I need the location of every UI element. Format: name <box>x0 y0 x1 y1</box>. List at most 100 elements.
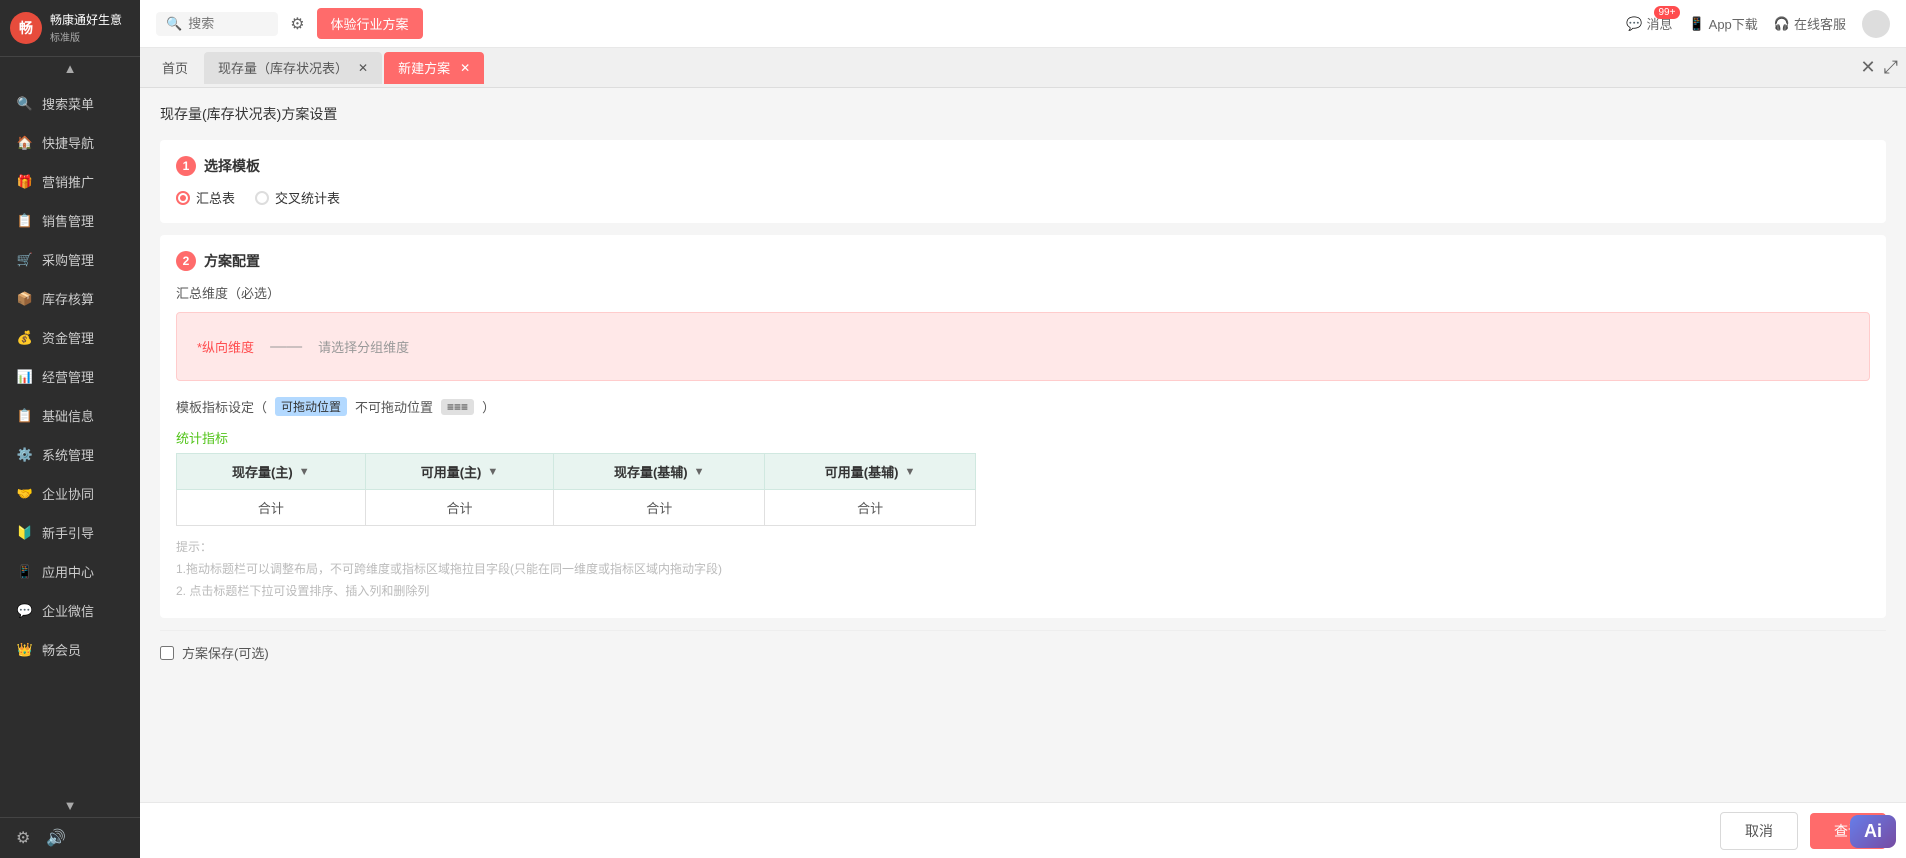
sidebar-item-label-inventory: 库存核算 <box>42 289 94 308</box>
search-input[interactable] <box>188 16 268 31</box>
tab-inventory-status[interactable]: 现存量（库存状况表） ✕ <box>204 52 382 84</box>
scheme-section-title: 方案配置 <box>204 251 260 271</box>
cell-current-aux: 合计 <box>554 490 765 526</box>
template-radio-group: 汇总表 交叉统计表 <box>176 188 1870 207</box>
dim-required-label: *纵向维度 <box>197 337 254 356</box>
sidebar-item-wechat[interactable]: 💬企业微信 <box>0 591 140 630</box>
th-available-main[interactable]: 可用量(主) ▼ <box>365 454 554 490</box>
sidebar-item-label-enterprise: 企业协同 <box>42 484 94 503</box>
sidebar-logo: 畅 畅康通好生意 标准版 <box>0 0 140 57</box>
nav-icon-quick-nav: 🏠 <box>16 134 34 152</box>
sidebar-item-label-wechat: 企业微信 <box>42 601 94 620</box>
tab-new-scheme-label: 新建方案 <box>398 58 450 77</box>
close-tab-btn[interactable]: ✕ <box>1861 57 1876 78</box>
service-button[interactable]: 🎧 在线客服 <box>1774 14 1846 33</box>
nav-icon-enterprise: 🤝 <box>16 485 34 503</box>
search-box[interactable]: 🔍 <box>156 12 278 36</box>
gear-icon[interactable]: ⚙ <box>290 14 304 34</box>
dim-placeholder[interactable]: 请选择分组维度 <box>318 337 409 356</box>
non-draggable-badge: ≡≡≡ <box>441 399 474 415</box>
step1-badge: 1 <box>176 156 196 176</box>
tab-new-scheme-close[interactable]: ✕ <box>460 61 470 75</box>
sidebar-item-app-center[interactable]: 📱应用中心 <box>0 552 140 591</box>
search-icon: 🔍 <box>166 16 182 32</box>
scheme-section: 2 方案配置 汇总维度（必选） *纵向维度 —— 请选择分组维度 模板指标设定（… <box>160 235 1886 618</box>
tabs-bar: 首页 现存量（库存状况表） ✕ 新建方案 ✕ ✕ ⤢ <box>140 48 1906 88</box>
sidebar-item-sales[interactable]: 📋销售管理 <box>0 201 140 240</box>
template-section-title: 选择模板 <box>204 156 260 176</box>
nav-icon-app-center: 📱 <box>16 563 34 581</box>
nav-icon-operation: 📊 <box>16 368 34 386</box>
tab-home[interactable]: 首页 <box>148 52 202 84</box>
th-current-aux[interactable]: 现存量(基辅) ▼ <box>554 454 765 490</box>
sidebar-item-search-menu[interactable]: 🔍搜索菜单 <box>0 84 140 123</box>
sidebar-item-enterprise[interactable]: 🤝 企业协同 <box>0 474 140 513</box>
sidebar-item-label-system: 系统管理 <box>42 445 94 464</box>
radio-cross[interactable]: 交叉统计表 <box>255 188 340 207</box>
save-checkbox[interactable] <box>160 646 174 660</box>
tab-inventory-status-close[interactable]: ✕ <box>358 61 368 75</box>
sidebar-item-operation[interactable]: 📊经营管理 <box>0 357 140 396</box>
sidebar-scroll-up[interactable]: ▲ <box>0 57 140 80</box>
user-avatar[interactable] <box>1862 10 1890 38</box>
expand-tab-btn[interactable]: ⤢ <box>1884 57 1898 78</box>
nav-icon-finance: 💰 <box>16 329 34 347</box>
radio-summary-dot <box>176 191 190 205</box>
sidebar-item-inventory[interactable]: 📦 库存核算 <box>0 279 140 318</box>
chevron-down-icon: ▼ <box>299 466 310 478</box>
chevron-down-icon: ▼ <box>694 466 705 478</box>
cell-current-main: 合计 <box>177 490 366 526</box>
headset-icon: 🎧 <box>1774 16 1790 32</box>
ai-badge[interactable]: Ai <box>1850 815 1896 848</box>
tips-item-2: 2. 点击标题栏下拉可设置排序、插入列和删除列 <box>176 581 1870 603</box>
nav-icon-purchase: 🛒 <box>16 251 34 269</box>
stat-indicators-title: 统计指标 <box>176 428 1870 447</box>
sidebar-item-new-guide[interactable]: 🔰新手引导 <box>0 513 140 552</box>
sidebar-item-label-member: 畅会员 <box>42 640 81 659</box>
message-icon: 💬 <box>1626 16 1642 32</box>
sidebar: 畅 畅康通好生意 标准版 ▲ 🔍搜索菜单🏠快捷导航🎁营销推广📋销售管理🛒采购管理… <box>0 0 140 858</box>
sidebar-item-finance[interactable]: 💰资金管理 <box>0 318 140 357</box>
radio-summary[interactable]: 汇总表 <box>176 188 235 207</box>
tab-new-scheme[interactable]: 新建方案 ✕ <box>384 52 484 84</box>
page-content: 现存量(库存状况表)方案设置 1 选择模板 汇总表 交叉统计表 2 <box>140 88 1906 802</box>
dim-arrow: —— <box>270 338 302 356</box>
sidebar-item-quick-nav[interactable]: 🏠快捷导航 <box>0 123 140 162</box>
sidebar-item-member[interactable]: 👑 畅会员 <box>0 630 140 669</box>
radio-cross-dot <box>255 191 269 205</box>
sidebar-item-label-marketing: 营销推广 <box>42 172 94 191</box>
app-label: App下载 <box>1709 14 1758 33</box>
settings-icon[interactable]: ⚙ <box>16 828 30 848</box>
nav-icon-inventory: 📦 <box>16 290 34 308</box>
sidebar-scroll-down[interactable]: ▼ <box>0 794 140 817</box>
message-button[interactable]: 💬 消息 99+ <box>1626 14 1672 33</box>
summary-dim-label: 汇总维度（必选） <box>176 283 1870 302</box>
trial-button[interactable]: 体验行业方案 <box>317 8 423 39</box>
app-download-button[interactable]: 📱 App下载 <box>1688 14 1757 33</box>
indicator-table: 现存量(主) ▼ 可用量(主) ▼ 现存量(基辅 <box>176 453 976 526</box>
indicator-settings-label: 模板指标设定（ 可拖动位置 不可拖动位置 ≡≡≡ ） <box>176 397 1870 416</box>
cancel-button[interactable]: 取消 <box>1720 812 1798 850</box>
save-label: 方案保存(可选) <box>182 643 269 662</box>
sidebar-item-system[interactable]: ⚙️系统管理 <box>0 435 140 474</box>
radio-cross-label: 交叉统计表 <box>275 188 340 207</box>
draggable-badge: 可拖动位置 <box>275 397 347 416</box>
sidebar-item-basic-info[interactable]: 📋基础信息 <box>0 396 140 435</box>
dimension-area: *纵向维度 —— 请选择分组维度 <box>176 312 1870 381</box>
th-available-aux[interactable]: 可用量(基辅) ▼ <box>765 454 976 490</box>
sidebar-item-purchase[interactable]: 🛒采购管理 <box>0 240 140 279</box>
table-header-row: 现存量(主) ▼ 可用量(主) ▼ 现存量(基辅 <box>177 454 976 490</box>
speaker-icon[interactable]: 🔊 <box>46 828 66 848</box>
service-label: 在线客服 <box>1794 14 1846 33</box>
template-section: 1 选择模板 汇总表 交叉统计表 <box>160 140 1886 223</box>
tips-label: 提示： <box>176 538 1870 555</box>
nav-icon-member: 👑 <box>16 641 34 659</box>
template-section-header: 1 选择模板 <box>176 156 1870 176</box>
sidebar-item-label-new-guide: 新手引导 <box>42 523 94 542</box>
sidebar-item-marketing[interactable]: 🎁营销推广 <box>0 162 140 201</box>
th-current-main[interactable]: 现存量(主) ▼ <box>177 454 366 490</box>
main-content: 🔍 ⚙ 体验行业方案 💬 消息 99+ 📱 App下载 🎧 在线客服 首页 <box>140 0 1906 858</box>
nav-icon-sales: 📋 <box>16 212 34 230</box>
page-title: 现存量(库存状况表)方案设置 <box>160 104 1886 124</box>
cell-available-aux: 合计 <box>765 490 976 526</box>
